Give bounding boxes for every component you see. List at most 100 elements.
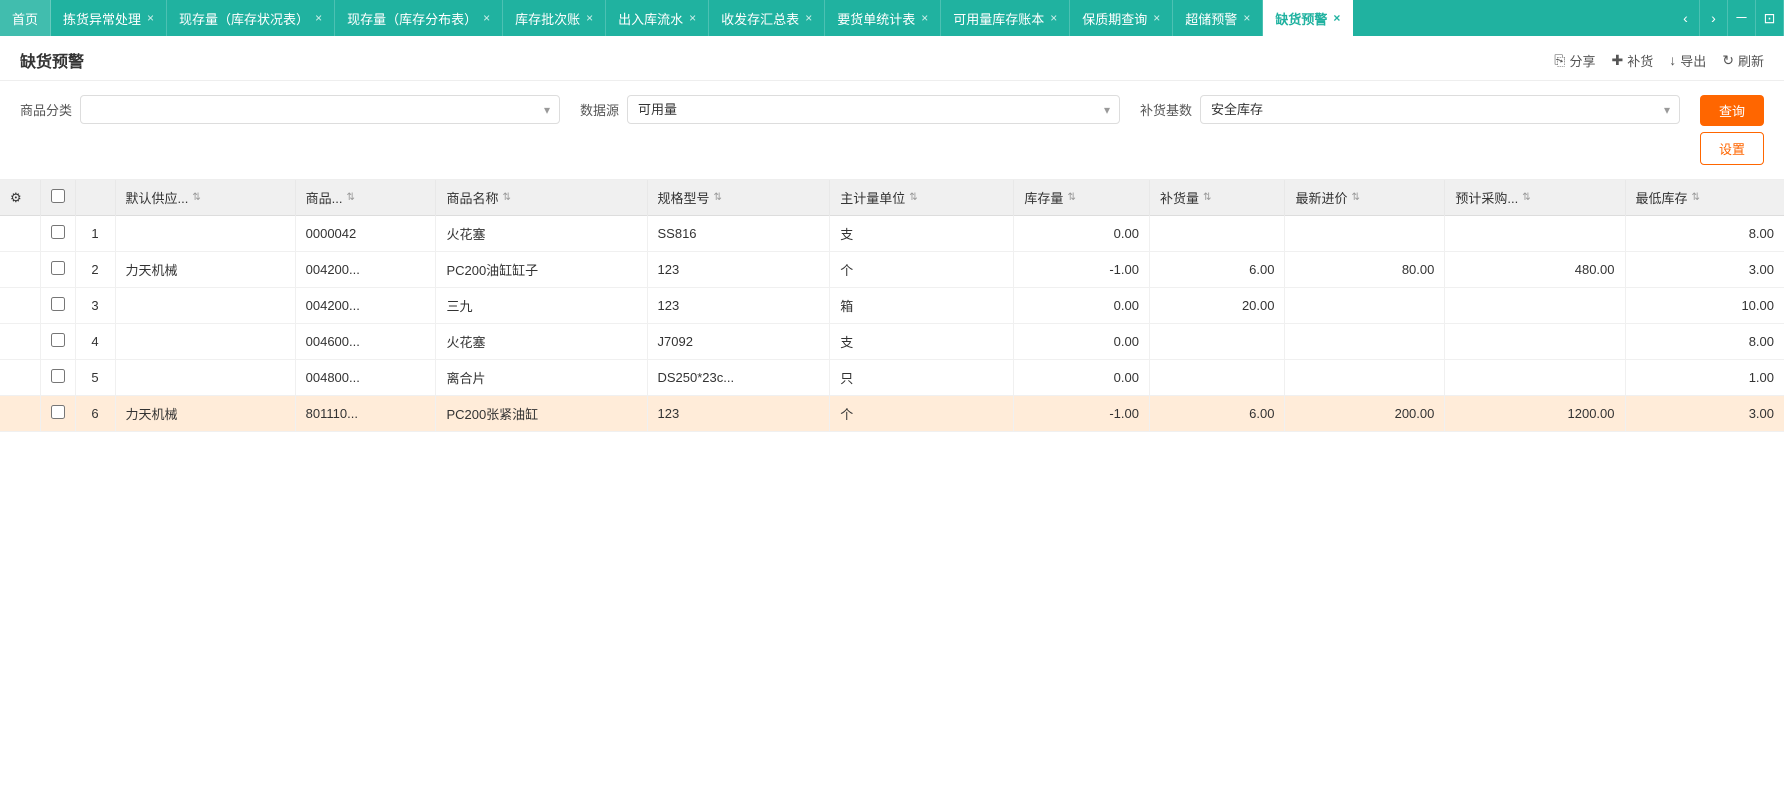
col-unit[interactable]: 主计量单位 ⇅ <box>830 180 1014 216</box>
row-select-checkbox-0[interactable] <box>51 225 65 239</box>
tab-6[interactable]: 收发存汇总表 × <box>709 0 825 36</box>
tab-close-6[interactable]: × <box>805 11 812 25</box>
row-select-checkbox-3[interactable] <box>51 333 65 347</box>
data-table: ⚙ 默认供应... ⇅ 商品... <box>0 180 1784 432</box>
row-product-code-3: 004600... <box>295 324 436 360</box>
sort-product-code-icon: ⇅ <box>346 192 354 203</box>
row-min-stock-1: 3.00 <box>1625 252 1784 288</box>
tab-close-5[interactable]: × <box>689 11 696 25</box>
row-est-purchase-0 <box>1445 216 1625 252</box>
sort-min-stock-icon: ⇅ <box>1692 192 1700 203</box>
row-product-name-1: PC200油缸缸子 <box>436 252 647 288</box>
row-num-3: 4 <box>75 324 115 360</box>
data-table-wrap: ⚙ 默认供应... ⇅ 商品... <box>0 180 1784 432</box>
tab-4[interactable]: 库存批次账 × <box>503 0 606 36</box>
datasource-filter-group: 数据源 可用量 库存量 ▾ <box>580 95 1120 124</box>
row-stock-qty-4: 0.00 <box>1014 360 1150 396</box>
row-stock-qty-0: 0.00 <box>1014 216 1150 252</box>
table-header-row: ⚙ 默认供应... ⇅ 商品... <box>0 180 1784 216</box>
col-checkbox <box>40 180 75 216</box>
tab-close-11[interactable]: × <box>1333 11 1340 25</box>
export-icon: ↓ <box>1669 52 1676 68</box>
tab-2[interactable]: 现存量（库存状况表） × <box>167 0 335 36</box>
tab-11[interactable]: 缺货预警 × <box>1263 0 1353 36</box>
tab-close-8[interactable]: × <box>1050 11 1057 25</box>
tab-close-9[interactable]: × <box>1153 11 1160 25</box>
share-icon: ⎘ <box>1554 52 1565 69</box>
category-filter-group: 商品分类 ▾ <box>20 95 560 124</box>
row-unit-5: 个 <box>830 396 1014 432</box>
row-replenish-qty-5: 6.00 <box>1149 396 1285 432</box>
col-replenish-qty[interactable]: 补货量 ⇅ <box>1149 180 1285 216</box>
row-stock-qty-2: 0.00 <box>1014 288 1150 324</box>
tab-10[interactable]: 超储预警 × <box>1173 0 1263 36</box>
page-header: 缺货预警 ⎘ 分享 ✚ 补货 ↓ 导出 ↻ 刷新 <box>0 36 1784 81</box>
category-label: 商品分类 <box>20 100 72 119</box>
tab-1[interactable]: 拣货异常处理 × <box>51 0 167 36</box>
row-supplier-1: 力天机械 <box>115 252 295 288</box>
tab-8[interactable]: 可用量库存账本 × <box>941 0 1070 36</box>
query-button[interactable]: 查询 <box>1700 95 1764 126</box>
select-all-checkbox[interactable] <box>51 189 65 203</box>
table-row: 3 004200... 三九 123 箱 0.00 20.00 10.00 <box>0 288 1784 324</box>
tab-9[interactable]: 保质期查询 × <box>1070 0 1173 36</box>
col-latest-price[interactable]: 最新进价 ⇅ <box>1285 180 1445 216</box>
col-product-name[interactable]: 商品名称 ⇅ <box>436 180 647 216</box>
tab-minimize-button[interactable]: － <box>1728 0 1756 36</box>
col-settings[interactable]: ⚙ <box>0 180 40 216</box>
tab-5[interactable]: 出入库流水 × <box>606 0 709 36</box>
refresh-button[interactable]: ↻ 刷新 <box>1722 51 1764 70</box>
sort-product-name-icon: ⇅ <box>502 192 510 203</box>
row-unit-4: 只 <box>830 360 1014 396</box>
row-product-name-4: 离合片 <box>436 360 647 396</box>
col-stock-qty[interactable]: 库存量 ⇅ <box>1014 180 1150 216</box>
row-select-checkbox-5[interactable] <box>51 405 65 419</box>
settings-button[interactable]: 设置 <box>1700 132 1764 165</box>
tab-close-1[interactable]: × <box>147 11 154 25</box>
export-button[interactable]: ↓ 导出 <box>1669 51 1706 70</box>
row-select-checkbox-1[interactable] <box>51 261 65 275</box>
col-estimated-purchase[interactable]: 预计采购... ⇅ <box>1445 180 1625 216</box>
row-est-purchase-1: 480.00 <box>1445 252 1625 288</box>
row-num-5: 6 <box>75 396 115 432</box>
tab-close-7[interactable]: × <box>921 11 928 25</box>
row-est-purchase-4 <box>1445 360 1625 396</box>
table-row: 5 004800... 离合片 DS250*23c... 只 0.00 1.00 <box>0 360 1784 396</box>
replenish-base-filter-group: 补货基数 安全库存 最低库存 ▾ <box>1140 95 1680 124</box>
category-select[interactable] <box>80 95 560 124</box>
tab-next-button[interactable]: › <box>1700 0 1728 36</box>
row-select-checkbox-4[interactable] <box>51 369 65 383</box>
filter-bar: 商品分类 ▾ 数据源 可用量 库存量 ▾ 补货基数 安全库 <box>0 81 1784 180</box>
tab-3[interactable]: 现存量（库存分布表） × <box>335 0 503 36</box>
tab-close-4[interactable]: × <box>586 11 593 25</box>
tab-7[interactable]: 要货单统计表 × <box>825 0 941 36</box>
row-product-name-3: 火花塞 <box>436 324 647 360</box>
row-checkbox-0 <box>40 216 75 252</box>
col-spec[interactable]: 规格型号 ⇅ <box>647 180 830 216</box>
col-default-supplier[interactable]: 默认供应... ⇅ <box>115 180 295 216</box>
tab-prev-button[interactable]: ‹ <box>1672 0 1700 36</box>
tab-home[interactable]: 首页 <box>0 0 51 36</box>
row-product-code-4: 004800... <box>295 360 436 396</box>
sort-supplier-icon: ⇅ <box>192 192 200 203</box>
row-unit-3: 支 <box>830 324 1014 360</box>
row-select-checkbox-2[interactable] <box>51 297 65 311</box>
col-min-stock[interactable]: 最低库存 ⇅ <box>1625 180 1784 216</box>
replenish-base-select[interactable]: 安全库存 最低库存 <box>1200 95 1680 124</box>
filter-actions: 查询 设置 <box>1700 95 1764 165</box>
col-product-code[interactable]: 商品... ⇅ <box>295 180 436 216</box>
page-content: 缺货预警 ⎘ 分享 ✚ 补货 ↓ 导出 ↻ 刷新 商品分类 <box>0 36 1784 796</box>
row-replenish-qty-3 <box>1149 324 1285 360</box>
replenish-button[interactable]: ✚ 补货 <box>1611 51 1653 70</box>
tab-maximize-button[interactable]: ⊡ <box>1756 0 1784 36</box>
datasource-select[interactable]: 可用量 库存量 <box>627 95 1120 124</box>
tab-close-3[interactable]: × <box>483 11 490 25</box>
row-stock-qty-5: -1.00 <box>1014 396 1150 432</box>
row-supplier-3 <box>115 324 295 360</box>
tab-close-10[interactable]: × <box>1243 11 1250 25</box>
row-replenish-qty-1: 6.00 <box>1149 252 1285 288</box>
row-min-stock-0: 8.00 <box>1625 216 1784 252</box>
row-checkbox-2 <box>40 288 75 324</box>
tab-close-2[interactable]: × <box>315 11 322 25</box>
share-button[interactable]: ⎘ 分享 <box>1554 51 1595 70</box>
